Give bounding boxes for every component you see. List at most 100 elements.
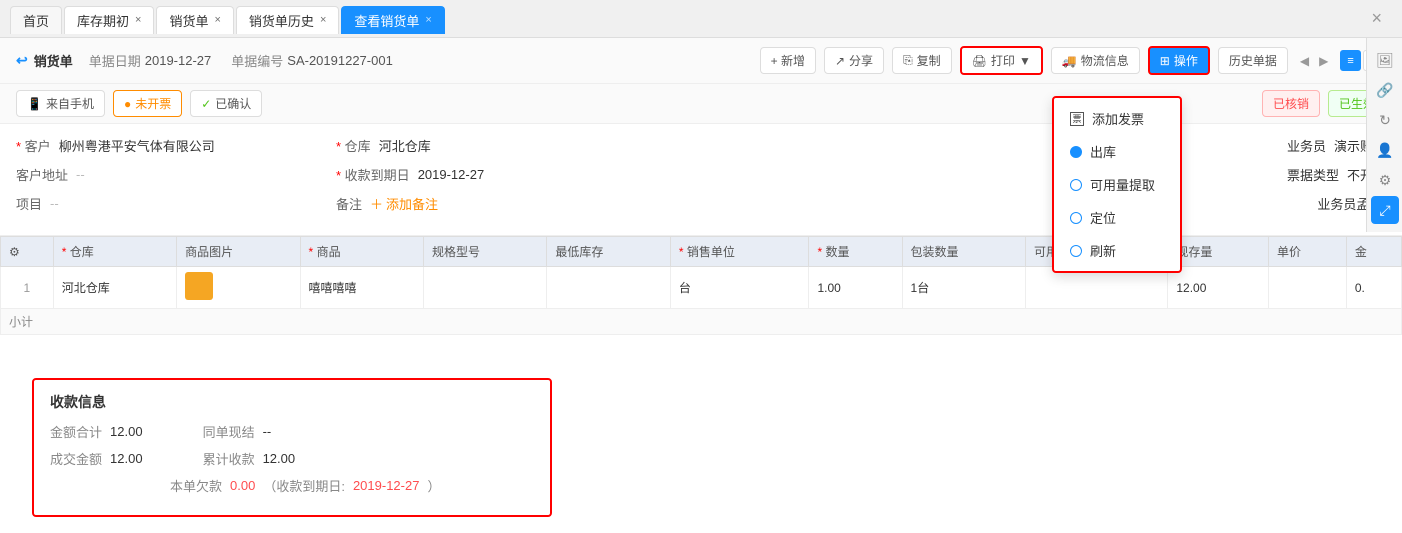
- expand-panel-icon[interactable]: ⤢: [1371, 196, 1399, 224]
- print-icon: 🖨: [972, 54, 987, 68]
- outbound-icon: [1070, 146, 1082, 158]
- close-sales-tab[interactable]: ×: [214, 14, 220, 26]
- col-unit-price: 单价: [1269, 237, 1347, 267]
- col-current: 现存量: [1168, 237, 1269, 267]
- row-num: 1: [1, 267, 54, 309]
- operations-dropdown: 票 添加发票 出库 可用量提取 定位 刷新: [1052, 96, 1182, 273]
- table-header-row: ⚙ 仓库 商品图片 商品 规格型号 最低库存 销售单位 数量 包装数量 可用量（…: [1, 237, 1402, 267]
- note-label: 备注: [336, 194, 362, 213]
- tab-view-sales[interactable]: 查看销货单 ×: [341, 6, 444, 34]
- from-mobile-button[interactable]: 📱 来自手机: [16, 90, 105, 117]
- project-field: 项目 --: [16, 194, 296, 213]
- due-date-value: 2019-12-27: [353, 478, 420, 493]
- list-view-button[interactable]: ≡: [1340, 50, 1360, 71]
- sold-status-button[interactable]: 已核销: [1262, 90, 1320, 117]
- due-date-end: ）: [427, 476, 440, 495]
- payment-row-1: 金额合计 12.00 同单现结 --: [50, 422, 534, 441]
- check-icon: ✓: [201, 97, 211, 111]
- photo-panel-icon[interactable]: 🖼: [1371, 46, 1399, 74]
- logistics-icon: 🚚: [1062, 54, 1077, 68]
- add-note-button[interactable]: ＋ 添加备注: [370, 194, 438, 213]
- col-pack-qty: 包装数量: [902, 237, 1025, 267]
- refresh-icon: [1070, 245, 1082, 257]
- confirm-button[interactable]: ✓ 已确认: [190, 90, 262, 117]
- warehouse-label: 仓库: [336, 136, 371, 155]
- project-label: 项目: [16, 194, 42, 213]
- row-min-stock: [547, 267, 670, 309]
- cumulative-label: 累计收款: [203, 449, 255, 468]
- link-panel-icon[interactable]: 🔗: [1371, 76, 1399, 104]
- total-label: 金额合计: [50, 422, 102, 441]
- subtotal-row: 小计: [1, 309, 1402, 335]
- row-unit-price: [1269, 267, 1347, 309]
- table-wrapper: ⚙ 仓库 商品图片 商品 规格型号 最低库存 销售单位 数量 包装数量 可用量（…: [0, 236, 1402, 370]
- date-value: 2019-12-27: [145, 53, 212, 68]
- print-button[interactable]: 🖨 打印 ▼: [960, 46, 1043, 75]
- settlement-value: --: [263, 424, 272, 439]
- close-sales-history-tab[interactable]: ×: [320, 14, 326, 26]
- total-amount-item: 金额合计 12.00: [50, 422, 143, 441]
- row-spec: [423, 267, 546, 309]
- operations-icon: ⊞: [1160, 54, 1170, 68]
- locate-item[interactable]: 定位: [1054, 201, 1180, 234]
- address-value: --: [76, 167, 85, 182]
- outbound-item[interactable]: 出库: [1054, 135, 1180, 168]
- bottom-area: 收款信息 金额合计 12.00 同单现结 -- 成交金额 12.00: [0, 370, 1402, 533]
- not-open-ticket-button[interactable]: ● 未开票: [113, 90, 182, 117]
- balance-value: 0.00: [230, 478, 255, 493]
- payment-date-label: 收款到期日: [336, 165, 410, 184]
- customer-value: 柳州粤港平安气体有限公司: [59, 136, 215, 155]
- row-pack-qty: 1台: [902, 267, 1025, 309]
- customer-label: 客户: [16, 136, 51, 155]
- col-settings: ⚙: [1, 237, 54, 267]
- share-button[interactable]: ↗ 分享: [824, 47, 884, 74]
- logistics-button[interactable]: 🚚 物流信息: [1051, 47, 1140, 74]
- copy-icon: ⎘: [903, 53, 913, 68]
- operations-button[interactable]: ⊞ 操作: [1148, 46, 1210, 75]
- tab-home[interactable]: 首页: [10, 6, 62, 34]
- tab-sales[interactable]: 销货单 ×: [156, 6, 233, 34]
- user-panel-icon[interactable]: 👤: [1371, 136, 1399, 164]
- invoice-label: 票据类型: [1287, 165, 1339, 184]
- col-image: 商品图片: [177, 237, 300, 267]
- transaction-value: 12.00: [110, 451, 143, 466]
- close-inventory-tab[interactable]: ×: [135, 14, 141, 26]
- tab-sales-history[interactable]: 销货单历史 ×: [236, 6, 339, 34]
- refresh-item[interactable]: 刷新: [1054, 234, 1180, 267]
- copy-button[interactable]: ⎘ 复制: [892, 47, 952, 74]
- close-view-sales-tab[interactable]: ×: [425, 14, 431, 26]
- history-button[interactable]: 历史单据: [1218, 47, 1288, 74]
- customer-field: 客户 柳州粤港平安气体有限公司: [16, 136, 296, 155]
- employee-label: 业务员: [1287, 136, 1326, 155]
- note-field: 备注 ＋ 添加备注: [336, 194, 616, 213]
- payment-section: 收款信息 金额合计 12.00 同单现结 -- 成交金额 12.00: [32, 378, 552, 517]
- number-value: SA-20191227-001: [287, 53, 393, 68]
- window-close-button[interactable]: ×: [1361, 8, 1392, 29]
- next-arrow[interactable]: ▶: [1315, 52, 1332, 70]
- warehouse-field: 仓库 河北仓库: [336, 136, 616, 155]
- row-current: 12.00: [1168, 267, 1269, 309]
- due-date-text: （收款到期日:: [263, 476, 345, 495]
- col-min-stock: 最低库存: [547, 237, 670, 267]
- settings-panel-icon[interactable]: ⚙: [1371, 166, 1399, 194]
- balance-label: 本单欠款: [170, 476, 222, 495]
- prev-arrow[interactable]: ◀: [1296, 52, 1313, 70]
- total-value: 12.00: [110, 424, 143, 439]
- address-label: 客户地址: [16, 165, 68, 184]
- rotate-panel-icon[interactable]: ↻: [1371, 106, 1399, 134]
- project-value: --: [50, 196, 59, 211]
- tab-inventory[interactable]: 库存期初 ×: [64, 6, 154, 34]
- location-icon: [1070, 212, 1082, 224]
- form-section: 客户 柳州粤港平安气体有限公司 仓库 河北仓库 业务员 演示账号 客户地址 --: [0, 124, 1402, 236]
- cumulative-value: 12.00: [263, 451, 296, 466]
- extract-item[interactable]: 可用量提取: [1054, 168, 1180, 201]
- mobile-icon: 📱: [27, 97, 42, 111]
- date-label: 单据日期: [89, 51, 141, 70]
- settlement-item: 同单现结 --: [203, 422, 272, 441]
- add-invoice-item[interactable]: 票 添加发票: [1054, 102, 1180, 135]
- extract-icon: [1070, 179, 1082, 191]
- tab-view-sales-label: 查看销货单: [354, 11, 419, 30]
- share-icon: ↗: [835, 54, 845, 68]
- new-button[interactable]: + 新增: [760, 47, 816, 74]
- balance-item: 本单欠款 0.00 （收款到期日: 2019-12-27 ）: [170, 476, 440, 495]
